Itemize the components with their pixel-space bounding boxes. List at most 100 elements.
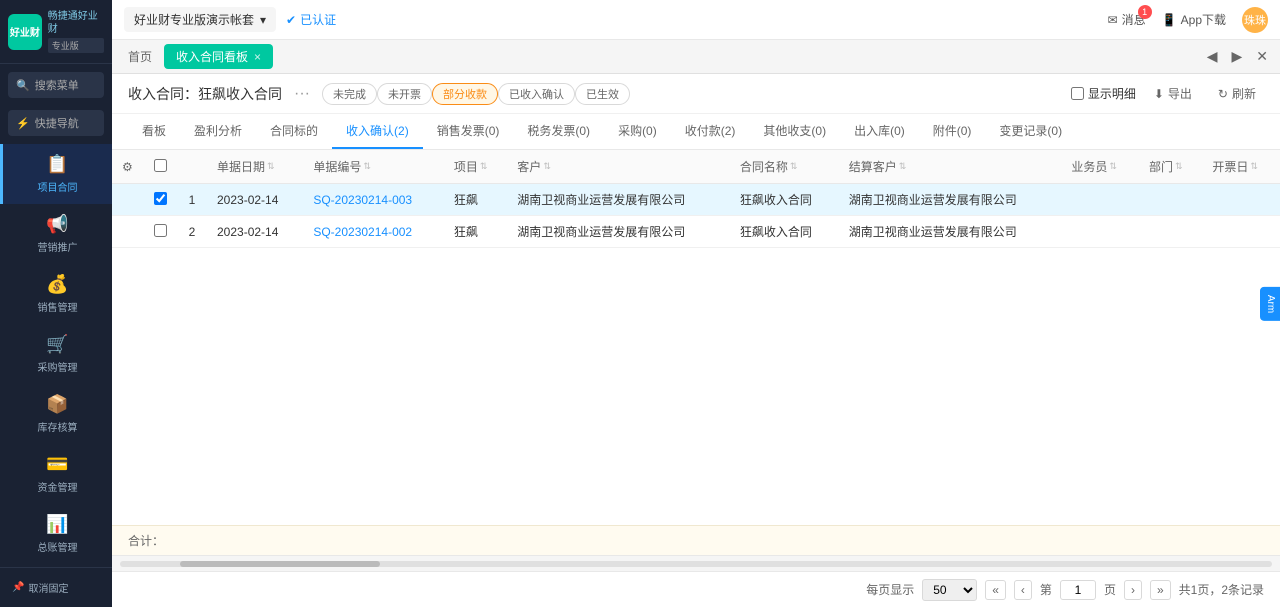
settings-icon[interactable]: ⚙ (122, 160, 133, 174)
sort-icon: ⇅ (1109, 161, 1117, 172)
sales-icon: 💰 (46, 274, 68, 295)
status-confirmed-button[interactable]: 已收入确认 (498, 83, 575, 105)
subtab-收入确认[interactable]: 收入确认(2) (332, 114, 423, 149)
sort-icon: ⇅ (267, 161, 275, 172)
order-link[interactable]: SQ-20230214-003 (313, 193, 412, 207)
sidebar-bottom: 📌 取消固定 (0, 567, 112, 607)
search-icon: 🔍 (16, 79, 30, 92)
content-area: 收入合同：狂飙收入合同 ··· 未完成未开票部分收款已收入确认已生效 显示明细 … (112, 74, 1280, 607)
nav-prev-button[interactable]: ◀ (1203, 46, 1222, 67)
first-page-button[interactable]: « (985, 580, 1006, 600)
table-wrapper: ⚙ 单据日期⇅ 单据编号⇅ 项目⇅ 客户⇅ 合同名称⇅ 结算客户⇅ 业务员⇅ 部门⇅ 开票日⇅ 1… (112, 150, 1280, 525)
subtab-其他收支[interactable]: 其他收支(0) (749, 114, 840, 149)
home-tab[interactable]: 首页 (120, 44, 160, 69)
th-end_customer[interactable]: 结算客户⇅ (839, 150, 1062, 184)
col-sort-date[interactable]: 单据日期⇅ (217, 158, 293, 175)
status-uninvoiced-button[interactable]: 未开票 (377, 83, 432, 105)
sidebar-item-purchase[interactable]: 🛒 采购管理 (0, 324, 112, 384)
horizontal-scrollbar[interactable] (112, 555, 1280, 571)
row-cell-9 (1061, 216, 1139, 248)
status-uncomplete-button[interactable]: 未完成 (322, 83, 377, 105)
subtab-出入库[interactable]: 出入库(0) (840, 114, 919, 149)
export-button[interactable]: ⬇ 导出 (1146, 82, 1200, 105)
subtab-附件[interactable]: 附件(0) (919, 114, 986, 149)
display-detail-toggle[interactable]: 显示明细 (1071, 85, 1136, 102)
page-header-right: 显示明细 ⬇ 导出 ↻ 刷新 (1071, 82, 1264, 105)
row-checkbox[interactable] (154, 224, 167, 237)
sidebar-item-inventory[interactable]: 📦 库存核算 (0, 384, 112, 444)
th-date[interactable]: 单据日期⇅ (207, 150, 303, 184)
next-page-button[interactable]: › (1124, 580, 1142, 600)
per-page-select[interactable]: 50 100 (922, 579, 977, 601)
sidebar-item-label: 总账管理 (38, 539, 78, 554)
message-button[interactable]: ✉ 消息 1 (1108, 11, 1146, 28)
sidebar-item-general[interactable]: 📊 总账管理 (0, 504, 112, 564)
col-sort-salesperson[interactable]: 业务员⇅ (1071, 158, 1129, 175)
purchase-icon: 🛒 (46, 334, 68, 355)
sidebar-item-sales[interactable]: 💰 销售管理 (0, 264, 112, 324)
active-tab[interactable]: 收入合同看板 × (164, 44, 273, 69)
row-checkbox[interactable] (154, 192, 167, 205)
general-icon: 📊 (46, 514, 68, 535)
col-sort-contract[interactable]: 合同名称⇅ (740, 158, 829, 175)
more-options-button[interactable]: ··· (294, 85, 310, 103)
message-badge: 1 (1138, 5, 1152, 19)
col-sort-customer[interactable]: 客户⇅ (517, 158, 720, 175)
pin-button[interactable]: 📌 取消固定 (8, 576, 104, 599)
col-sort-project[interactable]: 项目⇅ (454, 158, 497, 175)
subtab-盈利分析[interactable]: 盈利分析 (180, 114, 256, 149)
th-settings: ⚙ (112, 150, 144, 184)
scroll-thumb[interactable] (180, 561, 380, 567)
subtab-收付款[interactable]: 收付款(2) (671, 114, 750, 149)
sidebar-item-marketing[interactable]: 📢 营销推广 (0, 204, 112, 264)
th-department[interactable]: 部门⇅ (1139, 150, 1202, 184)
subtab-变更记录[interactable]: 变更记录(0) (985, 114, 1076, 149)
table-row[interactable]: 22023-02-14SQ-20230214-002狂飙湖南卫视商业运营发展有限… (112, 216, 1280, 248)
table-row[interactable]: 12023-02-14SQ-20230214-003狂飙湖南卫视商业运营发展有限… (112, 184, 1280, 216)
th-customer[interactable]: 客户⇅ (507, 150, 730, 184)
sort-icon: ⇅ (543, 161, 551, 172)
project-icon: 📋 (46, 154, 68, 175)
order-no-cell: SQ-20230214-002 (303, 216, 444, 248)
order-link[interactable]: SQ-20230214-002 (313, 225, 412, 239)
quick-nav-button[interactable]: ⚡ 快捷导航 (8, 110, 104, 136)
refresh-button[interactable]: ↻ 刷新 (1210, 82, 1264, 105)
app-download-button[interactable]: 📱 App下载 (1162, 11, 1226, 28)
th-order_no[interactable]: 单据编号⇅ (303, 150, 444, 184)
subtab-采购[interactable]: 采购(0) (604, 114, 671, 149)
subtab-看板[interactable]: 看板 (128, 114, 180, 149)
col-sort-department[interactable]: 部门⇅ (1149, 158, 1192, 175)
th-contract[interactable]: 合同名称⇅ (730, 150, 839, 184)
th-project[interactable]: 项目⇅ (444, 150, 507, 184)
current-page-input[interactable] (1060, 580, 1096, 600)
table-footer: 合计： (112, 525, 1280, 555)
sort-icon: ⇅ (363, 161, 371, 172)
tab-close-button[interactable]: × (254, 50, 261, 64)
subtab-销售发票[interactable]: 销售发票(0) (423, 114, 514, 149)
status-effective-button[interactable]: 已生效 (575, 83, 630, 105)
subtab-合同标的[interactable]: 合同标的 (256, 114, 332, 149)
last-page-button[interactable]: » (1150, 580, 1171, 600)
company-selector[interactable]: 好业财专业版演示帐套 ▾ (124, 7, 276, 32)
sidebar-item-project[interactable]: 📋 项目合同 (0, 144, 112, 204)
sidebar-item-capital[interactable]: 💳 资金管理 (0, 444, 112, 504)
search-menu-button[interactable]: 🔍 搜索菜单 (8, 72, 104, 98)
prev-page-button[interactable]: ‹ (1014, 580, 1032, 600)
col-sort-open_date[interactable]: 开票日⇅ (1212, 158, 1270, 175)
col-sort-order_no[interactable]: 单据编号⇅ (313, 158, 434, 175)
per-page-label: 每页显示 (866, 581, 914, 598)
status-partial-button[interactable]: 部分收款 (432, 83, 498, 105)
status-buttons: 未完成未开票部分收款已收入确认已生效 (322, 83, 630, 105)
th-open_date[interactable]: 开票日⇅ (1202, 150, 1280, 184)
subtab-税务发票[interactable]: 税务发票(0) (513, 114, 604, 149)
nav-next-button[interactable]: ▶ (1227, 46, 1246, 67)
select-all-checkbox[interactable] (154, 159, 167, 172)
display-detail-checkbox[interactable] (1071, 87, 1084, 100)
col-sort-end_customer[interactable]: 结算客户⇅ (849, 158, 1052, 175)
nav-close-button[interactable]: ✕ (1252, 46, 1272, 67)
arm-float-button[interactable]: Arm (1260, 286, 1280, 320)
verified-badge: ✔ 已认证 (286, 11, 336, 28)
th-salesperson[interactable]: 业务员⇅ (1061, 150, 1139, 184)
sort-icon: ⇅ (1175, 161, 1183, 172)
user-avatar[interactable]: 珠珠 (1242, 7, 1268, 33)
